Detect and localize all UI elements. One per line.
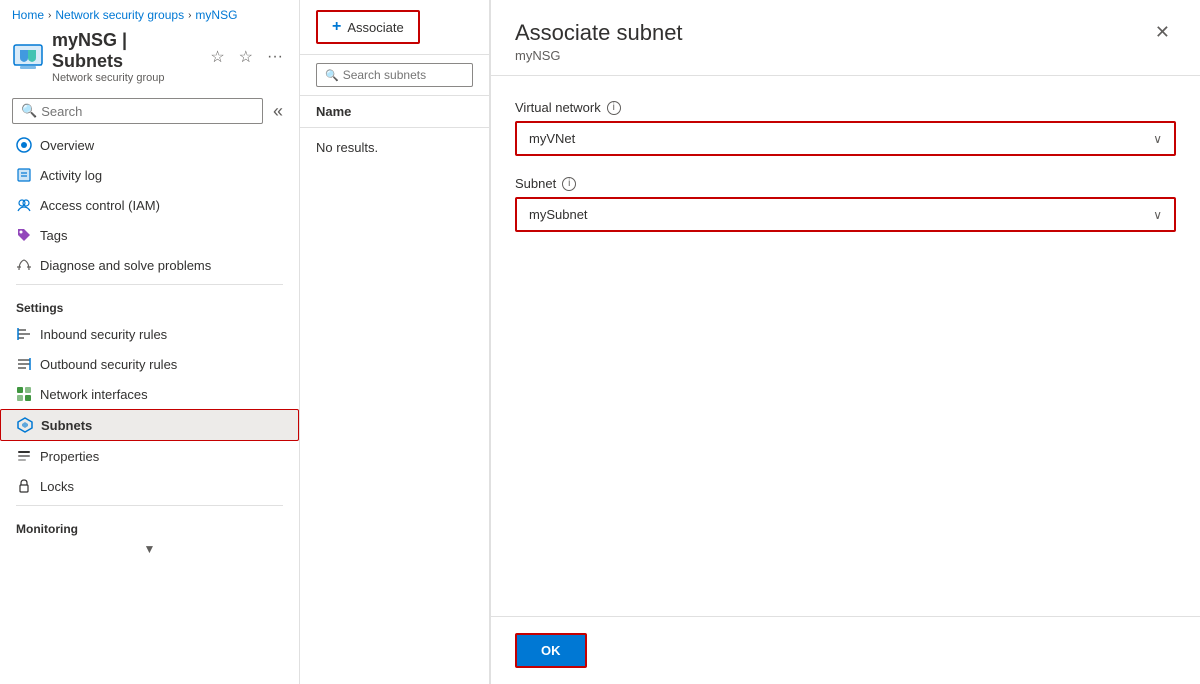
sidebar-label-access-control: Access control (IAM)	[40, 198, 160, 213]
vnet-value: myVNet	[529, 131, 575, 146]
search-subnets-icon: 🔍	[325, 69, 339, 82]
sidebar-label-network-interfaces: Network interfaces	[40, 387, 148, 402]
panel-subtitle: myNSG	[515, 48, 683, 63]
associate-label: Associate	[347, 20, 403, 35]
resource-title-block: myNSG | Subnets Network security group	[52, 30, 198, 84]
favorite-icon-btn[interactable]: ☆	[235, 45, 257, 69]
associate-plus-icon: +	[332, 18, 341, 36]
resource-subtitle: Network security group	[52, 72, 198, 84]
sidebar-label-tags: Tags	[40, 228, 67, 243]
sidebar-label-locks: Locks	[40, 479, 74, 494]
search-subnets-wrap: 🔍	[316, 63, 473, 87]
panel-title: Associate subnet	[515, 20, 683, 46]
search-input[interactable]	[41, 104, 254, 119]
properties-icon	[16, 448, 32, 464]
subnet-info-icon[interactable]: i	[562, 177, 576, 191]
vnet-info-icon[interactable]: i	[607, 101, 621, 115]
sidebar-item-activity-log[interactable]: Activity log	[0, 160, 299, 190]
nav-list: Overview Activity log Access control (IA…	[0, 130, 299, 684]
network-interfaces-icon	[16, 386, 32, 402]
header-actions: ☆ ☆ ···	[206, 45, 287, 69]
vnet-chevron-icon: ∨	[1153, 132, 1162, 146]
panel-footer: OK	[491, 616, 1200, 684]
overview-icon	[16, 137, 32, 153]
vnet-dropdown[interactable]: myVNet ∨	[515, 121, 1176, 156]
breadcrumb-nsg[interactable]: Network security groups	[55, 8, 184, 22]
associate-subnet-panel: Associate subnet myNSG ✕ Virtual network…	[490, 0, 1200, 684]
sidebar-item-overview[interactable]: Overview	[0, 130, 299, 160]
sidebar-item-diagnose[interactable]: Diagnose and solve problems	[0, 250, 299, 280]
subnet-label: Subnet i	[515, 176, 1176, 191]
inbound-rules-icon	[16, 326, 32, 342]
locks-icon	[16, 478, 32, 494]
sidebar-label-activity-log: Activity log	[40, 168, 102, 183]
breadcrumb-home[interactable]: Home	[12, 8, 44, 22]
subnet-chevron-icon: ∨	[1153, 208, 1162, 222]
panel-header: Associate subnet myNSG ✕	[491, 0, 1200, 76]
settings-section-label: Settings	[0, 289, 299, 319]
breadcrumb-sep2: ›	[188, 10, 191, 21]
panel-body: Virtual network i myVNet ∨ Subnet i mySu…	[491, 76, 1200, 616]
sidebar: Home › Network security groups › myNSG m…	[0, 0, 300, 684]
breadcrumb: Home › Network security groups › myNSG	[0, 0, 299, 26]
no-results-text: No results.	[300, 128, 489, 167]
sidebar-item-outbound-rules[interactable]: Outbound security rules	[0, 349, 299, 379]
resource-name: myNSG | Subnets	[52, 30, 198, 72]
monitoring-section-label: Monitoring	[0, 510, 299, 540]
sidebar-item-properties[interactable]: Properties	[0, 441, 299, 471]
more-options-btn[interactable]: ···	[263, 46, 287, 68]
search-icon: 🔍	[21, 103, 37, 119]
sidebar-item-inbound-rules[interactable]: Inbound security rules	[0, 319, 299, 349]
sidebar-item-locks[interactable]: Locks	[0, 471, 299, 501]
search-subnets-input[interactable]	[343, 68, 464, 82]
ok-button[interactable]: OK	[515, 633, 587, 668]
breadcrumb-sep1: ›	[48, 10, 51, 21]
collapse-sidebar-btn[interactable]: «	[269, 99, 287, 124]
outbound-rules-icon	[16, 356, 32, 372]
subnet-value: mySubnet	[529, 207, 588, 222]
subnet-group: Subnet i mySubnet ∨	[515, 176, 1176, 232]
main-content: + Associate 🔍 Name No results.	[300, 0, 490, 684]
search-input-wrap: 🔍	[12, 98, 263, 124]
sidebar-label-overview: Overview	[40, 138, 94, 153]
resource-header: myNSG | Subnets Network security group ☆…	[0, 26, 299, 92]
breadcrumb-current[interactable]: myNSG	[195, 8, 237, 22]
diagnose-icon	[16, 257, 32, 273]
associate-button[interactable]: + Associate	[316, 10, 420, 44]
panel-title-block: Associate subnet myNSG	[515, 20, 683, 63]
close-panel-button[interactable]: ✕	[1149, 20, 1176, 45]
activity-log-icon	[16, 167, 32, 183]
vnet-label: Virtual network i	[515, 100, 1176, 115]
subnets-icon	[17, 417, 33, 433]
search-bar: 🔍 «	[0, 92, 299, 130]
search-subnets-bar: 🔍	[300, 55, 489, 96]
access-control-icon	[16, 197, 32, 213]
sidebar-label-outbound-rules: Outbound security rules	[40, 357, 177, 372]
sidebar-label-properties: Properties	[40, 449, 99, 464]
sidebar-label-diagnose: Diagnose and solve problems	[40, 258, 211, 273]
sidebar-item-network-interfaces[interactable]: Network interfaces	[0, 379, 299, 409]
sidebar-item-tags[interactable]: Tags	[0, 220, 299, 250]
sidebar-label-inbound-rules: Inbound security rules	[40, 327, 167, 342]
settings-divider	[16, 284, 283, 285]
table-header-name: Name	[300, 96, 489, 128]
sidebar-item-subnets[interactable]: Subnets	[0, 409, 299, 441]
sidebar-item-access-control[interactable]: Access control (IAM)	[0, 190, 299, 220]
scroll-down-arrow[interactable]: ▼	[0, 540, 299, 558]
monitoring-divider	[16, 505, 283, 506]
main-toolbar: + Associate	[300, 0, 489, 55]
subnet-dropdown[interactable]: mySubnet ∨	[515, 197, 1176, 232]
sidebar-label-subnets: Subnets	[41, 418, 92, 433]
pin-icon-btn[interactable]: ☆	[206, 45, 228, 69]
nsg-icon	[12, 41, 44, 73]
virtual-network-group: Virtual network i myVNet ∨	[515, 100, 1176, 156]
tags-icon	[16, 227, 32, 243]
